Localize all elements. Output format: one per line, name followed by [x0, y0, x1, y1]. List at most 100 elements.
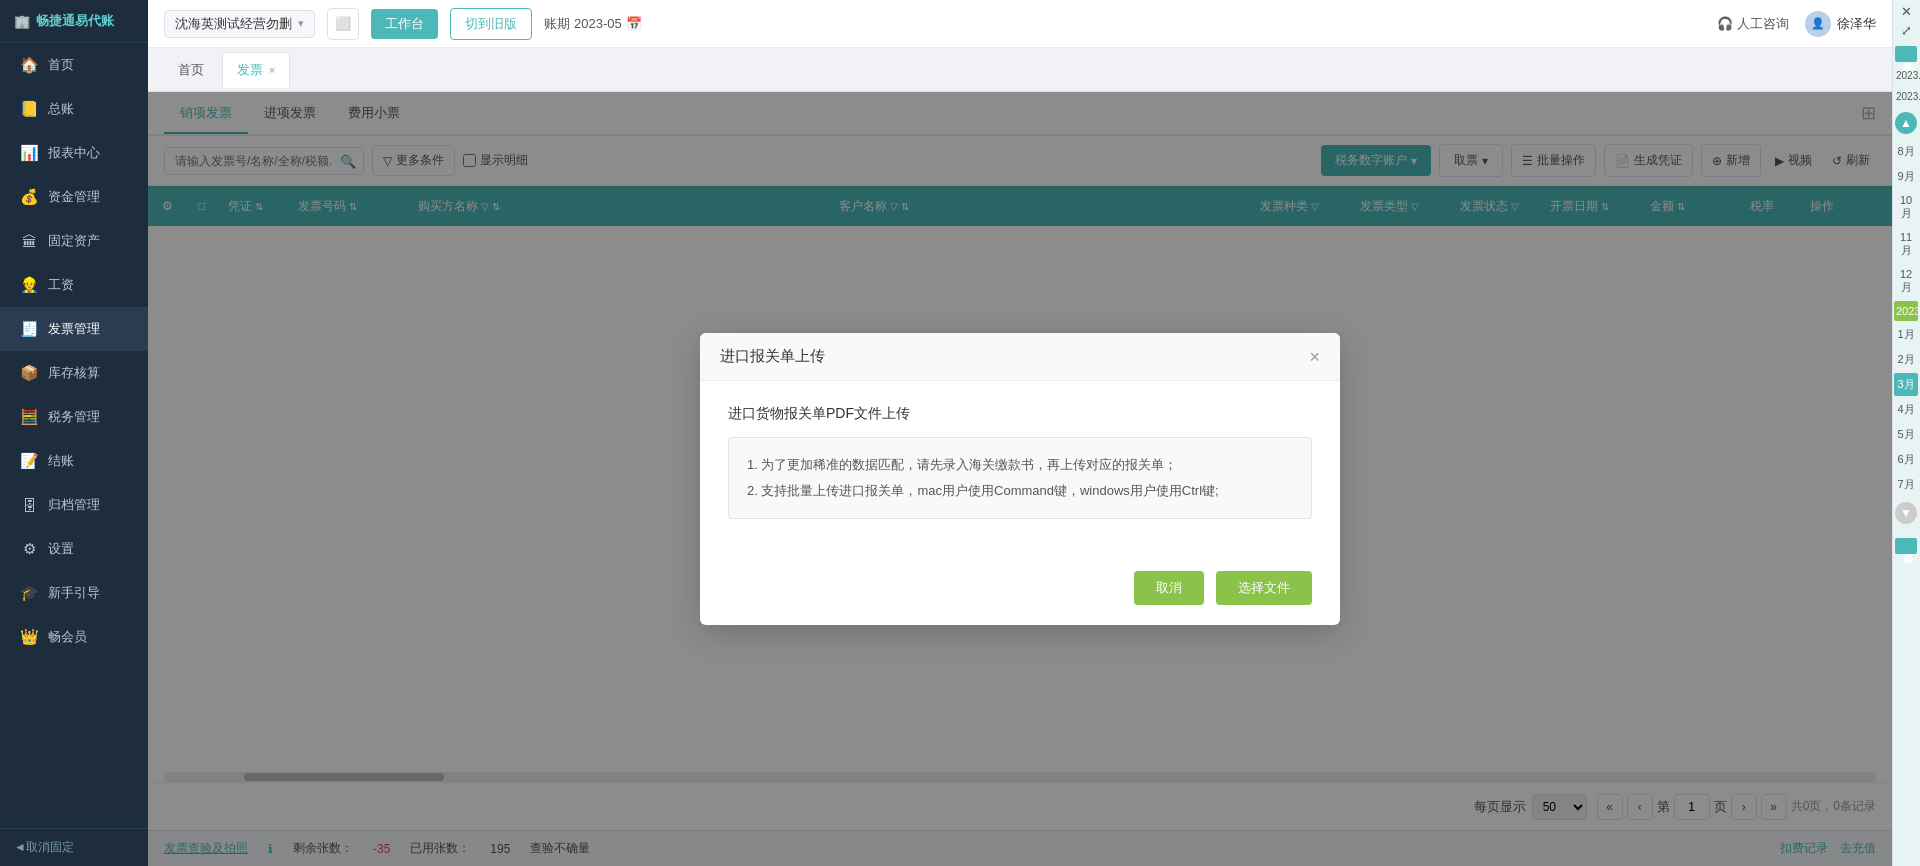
- chevron-down-icon: ▾: [298, 17, 304, 30]
- modal-close-button[interactable]: ×: [1309, 348, 1320, 366]
- period-item-10月[interactable]: 10月: [1894, 190, 1918, 225]
- modal-header: 进口报关单上传 ×: [700, 333, 1340, 381]
- period-item-8月[interactable]: 8月: [1894, 140, 1918, 163]
- period-item-5月[interactable]: 5月: [1894, 423, 1918, 446]
- period-item-3月[interactable]: 3月: [1894, 373, 1918, 396]
- period-list: 2023.03 2023.03 ▲ 8月 9月 10月 11月 12月 2023…: [1892, 62, 1920, 532]
- panel-expand-icon[interactable]: ⤢: [1901, 23, 1912, 38]
- sidebar: 🏢 畅捷通易代账 🏠 首页 📒 总账 📊 报表中心 💰 资金管理 🏛: [0, 0, 148, 866]
- sidebar-logo: 🏢 畅捷通易代账: [0, 0, 148, 43]
- company-name: 沈海英测试经营勿删: [175, 15, 292, 33]
- tab-invoice-label: 发票: [237, 61, 263, 79]
- modal-cancel-button[interactable]: 取消: [1134, 571, 1204, 605]
- sidebar-item-label: 结账: [48, 452, 74, 470]
- panel-up-arrow[interactable]: ▲: [1895, 112, 1917, 134]
- home-icon: 🏠: [20, 56, 38, 74]
- tab-invoice[interactable]: 发票 ×: [222, 52, 290, 88]
- user-label: 徐泽华: [1837, 15, 1876, 33]
- calendar-icon[interactable]: 📅: [626, 16, 642, 31]
- sidebar-item-vip[interactable]: 👑 畅会员: [0, 615, 148, 659]
- sidebar-item-settle[interactable]: 📝 结账: [0, 439, 148, 483]
- company-selector[interactable]: 沈海英测试经营勿删 ▾: [164, 10, 315, 38]
- sidebar-item-label: 工资: [48, 276, 74, 294]
- modal-info-item-1: 1. 为了更加稀准的数据匹配，请先录入海关缴款书，再上传对应的报关单；: [747, 452, 1293, 478]
- tab-close-icon[interactable]: ×: [269, 64, 275, 76]
- sidebar-item-archive[interactable]: 🗄 归档管理: [0, 483, 148, 527]
- period-item-11月[interactable]: 11月: [1894, 227, 1918, 262]
- assets-icon: 🏛: [20, 233, 38, 250]
- period-item-0[interactable]: 2023.03: [1894, 66, 1918, 85]
- period-display: 账期 2023-05 📅: [544, 15, 642, 33]
- period-item-7月[interactable]: 7月: [1894, 473, 1918, 496]
- period-item-2023[interactable]: 2023: [1894, 301, 1918, 321]
- period-item-1月[interactable]: 1月: [1894, 323, 1918, 346]
- workspace-button[interactable]: 工作台: [371, 9, 438, 39]
- header-right: 🎧 人工咨询 👤 徐泽华: [1717, 11, 1876, 37]
- header-icon-btn[interactable]: ⬜: [327, 8, 359, 40]
- sidebar-item-label: 发票管理: [48, 320, 100, 338]
- modal-footer: 取消 选择文件: [700, 559, 1340, 625]
- report-icon: 📊: [20, 144, 38, 162]
- sidebar-item-label: 库存核算: [48, 364, 100, 382]
- avatar: 👤: [1805, 11, 1831, 37]
- ledger-icon: 📒: [20, 100, 38, 118]
- user-info[interactable]: 👤 徐泽华: [1805, 11, 1876, 37]
- period-item-2月[interactable]: 2月: [1894, 348, 1918, 371]
- modal-dialog: 进口报关单上传 × 进口货物报关单PDF文件上传 1. 为了更加稀准的数据匹配，…: [700, 333, 1340, 625]
- main-content: 沈海英测试经营勿删 ▾ ⬜ 工作台 切到旧版 账期 2023-05 📅 🎧 人工…: [148, 0, 1892, 866]
- sidebar-item-label: 设置: [48, 540, 74, 558]
- headset-icon: 🎧: [1717, 16, 1733, 31]
- sidebar-item-report[interactable]: 📊 报表中心: [0, 131, 148, 175]
- sidebar-collapse-label: ◄取消固定: [14, 839, 74, 856]
- modal-select-file-button[interactable]: 选择文件: [1216, 571, 1312, 605]
- guide-icon: 🎓: [20, 584, 38, 602]
- tab-home-label: 首页: [178, 62, 204, 77]
- sidebar-item-ledger[interactable]: 📒 总账: [0, 87, 148, 131]
- invoice-icon: 🧾: [20, 320, 38, 338]
- modal-info-item-2: 2. 支持批量上传进口报关单，mac用户使用Command键，windows用户…: [747, 478, 1293, 504]
- sidebar-item-home[interactable]: 🏠 首页: [0, 43, 148, 87]
- sidebar-item-label: 资金管理: [48, 188, 100, 206]
- switch-version-button[interactable]: 切到旧版: [450, 8, 532, 40]
- settings-icon: ⚙: [20, 540, 38, 558]
- sidebar-item-inventory[interactable]: 📦 库存核算: [0, 351, 148, 395]
- sidebar-item-label: 税务管理: [48, 408, 100, 426]
- tax-icon: 🧮: [20, 408, 38, 426]
- page-area: 销项发票 进项发票 费用小票 ⊞ 🔍 ▽: [148, 92, 1892, 866]
- tabs-row: 首页 发票 ×: [148, 48, 1892, 92]
- period-item-1[interactable]: 2023.03: [1894, 87, 1918, 106]
- period-item-12月[interactable]: 12月: [1894, 264, 1918, 299]
- period-value: 2023-05: [574, 16, 622, 31]
- panel-down-arrow[interactable]: ▼: [1895, 502, 1917, 524]
- top-header: 沈海英测试经营勿删 ▾ ⬜ 工作台 切到旧版 账期 2023-05 📅 🎧 人工…: [148, 0, 1892, 48]
- period-select-label[interactable]: 期间选择: [1895, 46, 1917, 62]
- ticket-date-label[interactable]: 开票日期: [1895, 538, 1917, 554]
- period-item-4月[interactable]: 4月: [1894, 398, 1918, 421]
- tab-home[interactable]: 首页: [164, 53, 218, 87]
- logo-icon: 🏢: [14, 14, 30, 29]
- sidebar-collapse-btn[interactable]: ◄取消固定: [0, 828, 148, 866]
- sidebar-item-tax[interactable]: 🧮 税务管理: [0, 395, 148, 439]
- user-icon: 👤: [1811, 17, 1825, 30]
- finance-icon: 💰: [20, 188, 38, 206]
- modal-overlay[interactable]: 进口报关单上传 × 进口货物报关单PDF文件上传 1. 为了更加稀准的数据匹配，…: [148, 92, 1892, 866]
- archive-icon: 🗄: [20, 497, 38, 514]
- sidebar-item-invoice[interactable]: 🧾 发票管理: [0, 307, 148, 351]
- sidebar-item-guide[interactable]: 🎓 新手引导: [0, 571, 148, 615]
- copy-icon: ⬜: [335, 16, 351, 31]
- service-button[interactable]: 🎧 人工咨询: [1717, 15, 1789, 33]
- sidebar-nav: 🏠 首页 📒 总账 📊 报表中心 💰 资金管理 🏛 固定资产 👷 工资: [0, 43, 148, 828]
- sidebar-item-label: 畅会员: [48, 628, 87, 646]
- sidebar-item-assets[interactable]: 🏛 固定资产: [0, 219, 148, 263]
- period-item-9月[interactable]: 9月: [1894, 165, 1918, 188]
- sidebar-item-label: 新手引导: [48, 584, 100, 602]
- sidebar-item-payroll[interactable]: 👷 工资: [0, 263, 148, 307]
- sidebar-item-settings[interactable]: ⚙ 设置: [0, 527, 148, 571]
- right-panel: ✕ ⤢ 期间选择 2023.03 2023.03 ▲ 8月 9月 10月 11月…: [1892, 0, 1920, 866]
- period-item-6月[interactable]: 6月: [1894, 448, 1918, 471]
- sidebar-item-label: 固定资产: [48, 232, 100, 250]
- sidebar-item-finance[interactable]: 💰 资金管理: [0, 175, 148, 219]
- modal-section-title: 进口货物报关单PDF文件上传: [728, 405, 1312, 423]
- panel-close-icon[interactable]: ✕: [1901, 4, 1912, 19]
- modal-info-box: 1. 为了更加稀准的数据匹配，请先录入海关缴款书，再上传对应的报关单； 2. 支…: [728, 437, 1312, 519]
